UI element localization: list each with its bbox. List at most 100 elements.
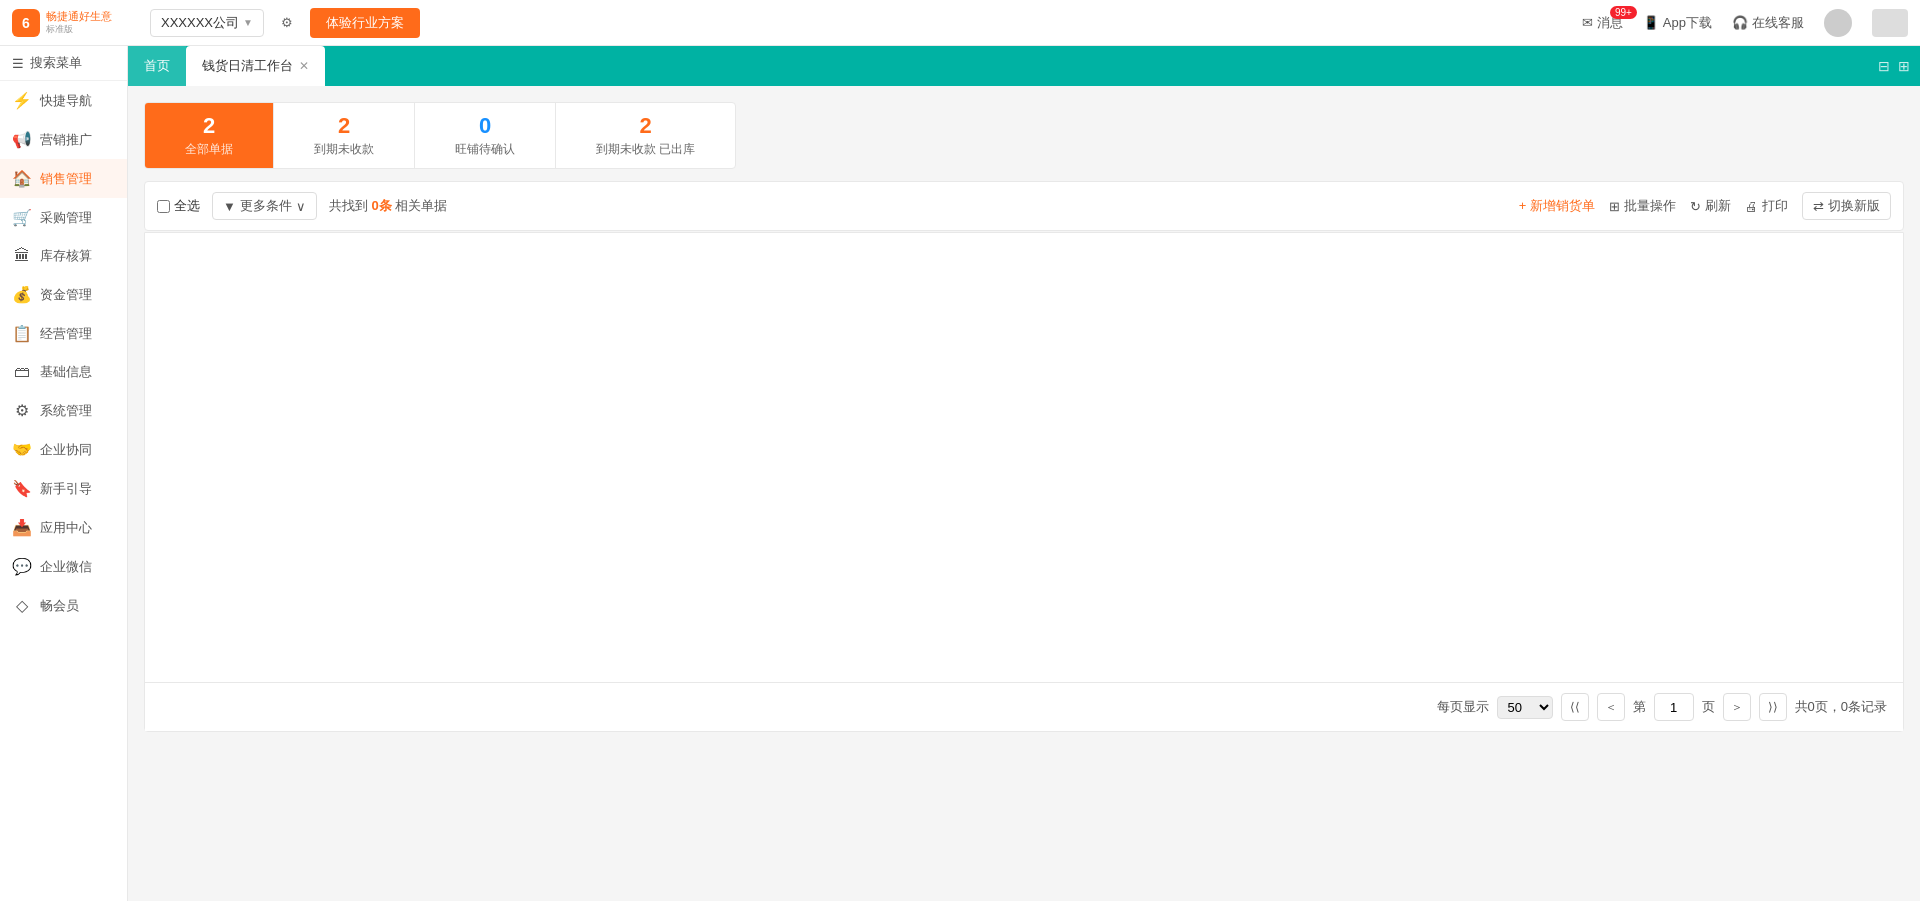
stat-label-overdue: 到期未收款 <box>314 141 374 158</box>
sidebar-item-label-enterprise: 企业协同 <box>40 441 92 459</box>
quick-nav-icon: ⚡ <box>12 91 32 110</box>
select-all-checkbox[interactable]: 全选 <box>157 197 200 215</box>
tab-bar-actions: ⊟ ⊞ <box>1878 58 1920 74</box>
sidebar-item-label-marketing: 营销推广 <box>40 131 92 149</box>
last-page-button[interactable]: ⟩⟩ <box>1759 693 1787 721</box>
pagination: 每页显示 50 20 100 ⟨⟨ ＜ 第 页 ＞ ⟩⟩ 共0页，0条记录 <box>145 682 1903 731</box>
print-button[interactable]: 🖨 打印 <box>1745 197 1788 215</box>
page-label: 第 <box>1633 698 1646 716</box>
sidebar-item-guide[interactable]: 🔖 新手引导 <box>0 469 127 508</box>
next-page-button[interactable]: ＞ <box>1723 693 1751 721</box>
print-label: 打印 <box>1762 197 1788 215</box>
stat-count-overdue: 2 <box>338 113 350 139</box>
tab-home[interactable]: 首页 <box>128 46 186 86</box>
refresh-icon: ↻ <box>1690 199 1701 214</box>
app-version: 标准版 <box>46 23 112 36</box>
switch-version-button[interactable]: ⇄ 切换新版 <box>1802 192 1891 220</box>
stats-tabs: 2 全部单据 2 到期未收款 0 旺铺待确认 2 到期未收款 已出库 <box>144 102 736 169</box>
first-page-button[interactable]: ⟨⟨ <box>1561 693 1589 721</box>
app-name: 畅捷通好生意 <box>46 9 112 23</box>
batch-icon: ⊞ <box>1609 199 1620 214</box>
trial-button[interactable]: 体验行业方案 <box>310 8 420 38</box>
service-icon: 🎧 <box>1732 15 1748 30</box>
per-page-select[interactable]: 50 20 100 <box>1497 696 1553 719</box>
app-center-icon: 📥 <box>12 518 32 537</box>
sidebar-item-enterprise[interactable]: 🤝 企业协同 <box>0 430 127 469</box>
stat-tab-all[interactable]: 2 全部单据 <box>145 103 274 168</box>
table-area: 每页显示 50 20 100 ⟨⟨ ＜ 第 页 ＞ ⟩⟩ 共0页，0条记录 <box>144 232 1904 732</box>
message-button[interactable]: ✉ 消息 99+ <box>1582 14 1623 32</box>
online-service-button[interactable]: 🎧 在线客服 <box>1732 14 1804 32</box>
sidebar-item-operations[interactable]: 📋 经营管理 <box>0 314 127 353</box>
company-name: XXXXXX公司 <box>161 14 239 32</box>
tab-minimize-icon[interactable]: ⊟ <box>1878 58 1890 74</box>
filter-button[interactable]: ▼ 更多条件 ∨ <box>212 192 317 220</box>
sidebar-item-sales[interactable]: 🏠 销售管理 <box>0 159 127 198</box>
page-suffix: 页 <box>1702 698 1715 716</box>
inventory-icon: 🏛 <box>12 247 32 265</box>
batch-button[interactable]: ⊞ 批量操作 <box>1609 197 1676 215</box>
stat-count-pending: 0 <box>479 113 491 139</box>
enterprise-icon: 🤝 <box>12 440 32 459</box>
sales-icon: 🏠 <box>12 169 32 188</box>
avatar-extra[interactable] <box>1872 9 1908 37</box>
filter-icon: ▼ <box>223 199 236 214</box>
wechat-icon: 💬 <box>12 557 32 576</box>
sidebar-item-label-guide: 新手引导 <box>40 480 92 498</box>
sidebar-item-quick-nav[interactable]: ⚡ 快捷导航 <box>0 81 127 120</box>
sidebar-item-finance[interactable]: 💰 资金管理 <box>0 275 127 314</box>
stat-tab-pending[interactable]: 0 旺铺待确认 <box>415 103 556 168</box>
toolbar: 全选 ▼ 更多条件 ∨ 共找到 0条 相关单据 + 新增销货单 ⊞ 批量操作 ↻… <box>144 181 1904 231</box>
dropdown-arrow-icon: ▼ <box>243 17 253 28</box>
select-all-input[interactable] <box>157 200 170 213</box>
prev-page-button[interactable]: ＜ <box>1597 693 1625 721</box>
sidebar-item-member[interactable]: ◇ 畅会员 <box>0 586 127 625</box>
found-count: 0条 <box>372 198 392 213</box>
sidebar-item-purchase[interactable]: 🛒 采购管理 <box>0 198 127 237</box>
stat-tab-overdue[interactable]: 2 到期未收款 <box>274 103 415 168</box>
header-right: ✉ 消息 99+ 📱 App下载 🎧 在线客服 <box>1582 9 1908 37</box>
print-icon: 🖨 <box>1745 199 1758 214</box>
sidebar-item-label-quick-nav: 快捷导航 <box>40 92 92 110</box>
message-icon: ✉ <box>1582 15 1593 30</box>
stat-tab-shipped[interactable]: 2 到期未收款 已出库 <box>556 103 735 168</box>
select-all-label: 全选 <box>174 197 200 215</box>
logo-icon: 6 <box>12 9 40 37</box>
online-service-label: 在线客服 <box>1752 14 1804 32</box>
toolbar-right: + 新增销货单 ⊞ 批量操作 ↻ 刷新 🖨 打印 ⇄ 切换新版 <box>1519 192 1891 220</box>
switch-icon: ⇄ <box>1813 199 1824 214</box>
app-download-button[interactable]: 📱 App下载 <box>1643 14 1712 32</box>
sidebar-item-system[interactable]: ⚙ 系统管理 <box>0 391 127 430</box>
company-selector[interactable]: XXXXXX公司 ▼ <box>150 9 264 37</box>
sidebar: ☰ 搜索菜单 ⚡ 快捷导航 📢 营销推广 🏠 销售管理 🛒 采购管理 🏛 库存核… <box>0 0 128 901</box>
guide-icon: 🔖 <box>12 479 32 498</box>
sidebar-item-inventory[interactable]: 🏛 库存核算 <box>0 237 127 275</box>
tab-maximize-icon[interactable]: ⊞ <box>1898 58 1910 74</box>
sidebar-item-app-center[interactable]: 📥 应用中心 <box>0 508 127 547</box>
tab-workbench-label: 钱货日清工作台 <box>202 57 293 75</box>
sidebar-item-label-purchase: 采购管理 <box>40 209 92 227</box>
sidebar-item-label-finance: 资金管理 <box>40 286 92 304</box>
sidebar-item-basic-info[interactable]: 🗃 基础信息 <box>0 353 127 391</box>
search-icon: ☰ <box>12 56 24 71</box>
add-sale-button[interactable]: + 新增销货单 <box>1519 197 1595 215</box>
message-badge: 99+ <box>1610 6 1637 19</box>
basic-info-icon: 🗃 <box>12 363 32 381</box>
settings-button[interactable]: ⚙ <box>272 8 302 38</box>
app-download-label: App下载 <box>1663 14 1712 32</box>
page-input[interactable] <box>1654 693 1694 721</box>
main-content: 2 全部单据 2 到期未收款 0 旺铺待确认 2 到期未收款 已出库 全选 ▼ … <box>128 86 1920 901</box>
refresh-button[interactable]: ↻ 刷新 <box>1690 197 1731 215</box>
top-header: 6 畅捷通好生意 标准版 XXXXXX公司 ▼ ⚙ 体验行业方案 ✉ 消息 99… <box>0 0 1920 46</box>
stat-label-pending: 旺铺待确认 <box>455 141 515 158</box>
sidebar-item-wechat[interactable]: 💬 企业微信 <box>0 547 127 586</box>
stat-label-shipped: 到期未收款 已出库 <box>596 141 695 158</box>
total-label: 共0页，0条记录 <box>1795 698 1887 716</box>
sidebar-search[interactable]: ☰ 搜索菜单 <box>0 46 127 81</box>
member-icon: ◇ <box>12 596 32 615</box>
sidebar-item-marketing[interactable]: 📢 营销推广 <box>0 120 127 159</box>
tab-workbench[interactable]: 钱货日清工作台 ✕ <box>186 46 325 86</box>
purchase-icon: 🛒 <box>12 208 32 227</box>
tab-close-icon[interactable]: ✕ <box>299 59 309 73</box>
avatar[interactable] <box>1824 9 1852 37</box>
